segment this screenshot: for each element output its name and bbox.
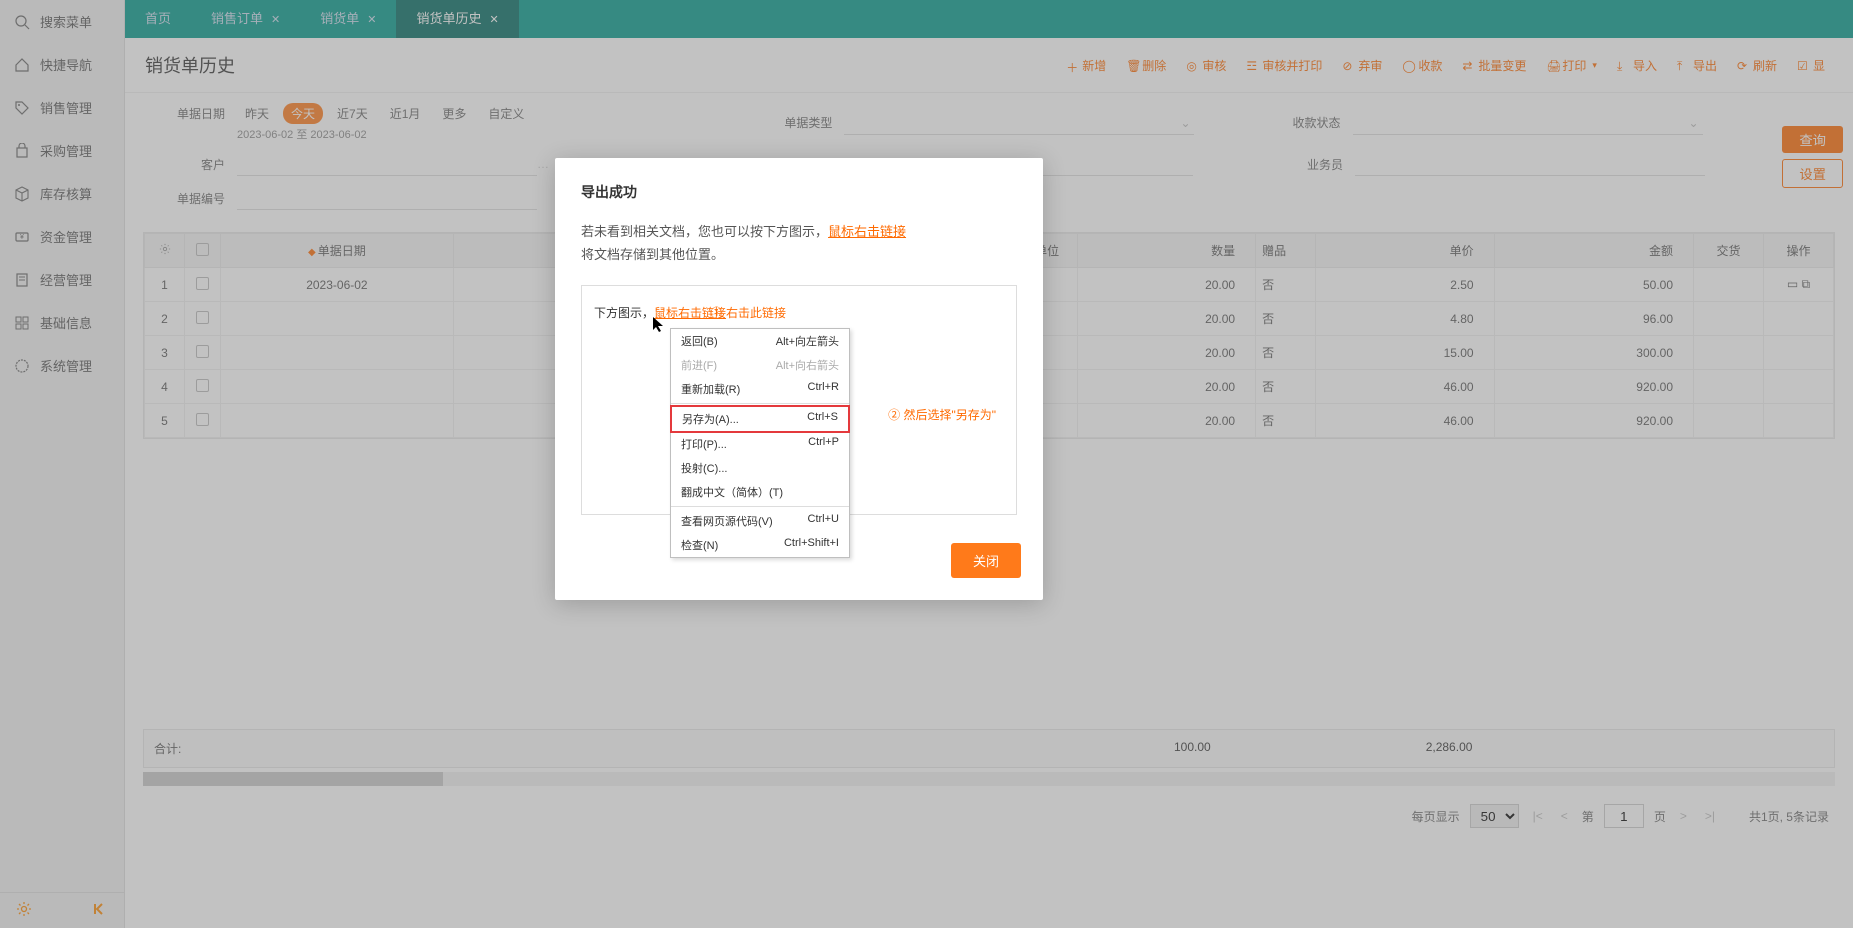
annotation-2: ② 然后选择"另存为" (888, 406, 996, 423)
modal-title: 导出成功 (581, 182, 1017, 202)
modal-illustration: 下方图示，鼠标右击链接 ① 右击此链接 ② 然后选择"另存为" 返回(B)Alt… (581, 285, 1017, 515)
modal-link[interactable]: 鼠标右击链接 (828, 224, 906, 239)
ctx-item: 重新加载(R)Ctrl+R (671, 377, 849, 401)
ctx-item: 投射(C)... (671, 456, 849, 480)
ctx-item: 翻成中文（简体）(T) (671, 480, 849, 504)
modal-close-button[interactable]: 关闭 (951, 543, 1021, 578)
context-menu-illustration: 返回(B)Alt+向左箭头前进(F)Alt+向右箭头重新加载(R)Ctrl+R 另… (670, 328, 850, 558)
ctx-item: 另存为(A)...Ctrl+S (670, 405, 850, 433)
ctx-item: 打印(P)...Ctrl+P (671, 432, 849, 456)
ctx-item: 查看网页源代码(V)Ctrl+U (671, 509, 849, 533)
ctx-item: 返回(B)Alt+向左箭头 (671, 329, 849, 353)
modal-text: 若未看到相关文档，您也可以按下方图示，鼠标右击链接 将文档存储到其他位置。 (581, 220, 1017, 267)
ctx-item: 前进(F)Alt+向右箭头 (671, 353, 849, 377)
cursor-icon (652, 316, 666, 334)
ctx-item: 检查(N)Ctrl+Shift+I (671, 533, 849, 557)
annotation-1: ① 右击此链接 (711, 304, 786, 321)
export-success-modal: 导出成功 若未看到相关文档，您也可以按下方图示，鼠标右击链接 将文档存储到其他位… (555, 158, 1043, 600)
